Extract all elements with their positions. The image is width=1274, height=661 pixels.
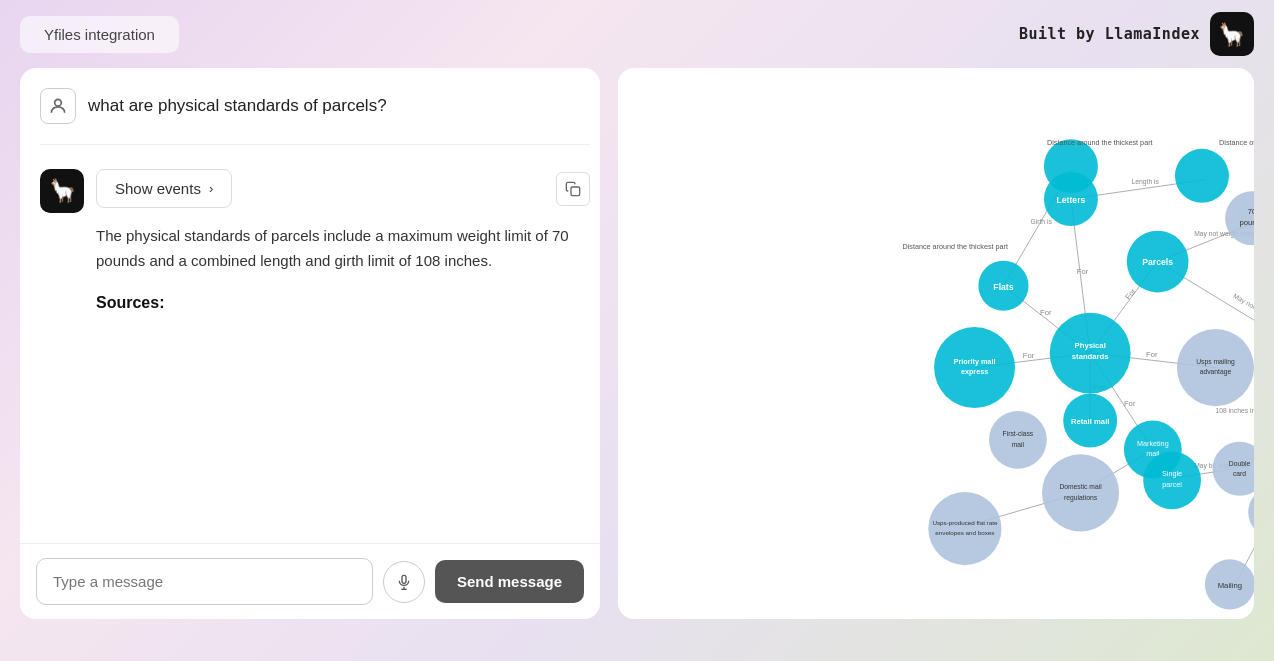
svg-text:May not measure more than: May not measure more than <box>1232 292 1254 341</box>
send-button[interactable]: Send message <box>435 560 584 603</box>
svg-text:Distance around the thickest p: Distance around the thickest part <box>1047 138 1153 147</box>
show-events-row: Show events › <box>96 169 590 208</box>
svg-rect-1 <box>571 187 580 196</box>
assistant-content: Show events › The physical standards of … <box>96 169 590 312</box>
app-title: Yfiles integration <box>20 16 179 53</box>
copy-button[interactable] <box>556 172 590 206</box>
svg-text:For: For <box>1077 267 1089 276</box>
svg-text:For: For <box>1124 399 1136 408</box>
svg-text:Single: Single <box>1162 469 1182 478</box>
svg-text:For: For <box>1123 286 1138 301</box>
svg-text:mail: mail <box>1012 441 1025 448</box>
message-input[interactable] <box>36 558 373 605</box>
svg-text:Priority mail: Priority mail <box>954 357 996 366</box>
llama-icon: 🦙 <box>1210 12 1254 56</box>
svg-text:70: 70 <box>1248 207 1254 216</box>
graph-visualization: For For For For For For For May not weig… <box>618 68 1254 619</box>
svg-text:Physical: Physical <box>1075 341 1106 350</box>
chat-input-area: Send message <box>20 543 600 619</box>
svg-text:For: For <box>1040 308 1052 317</box>
microphone-button[interactable] <box>383 561 425 603</box>
svg-text:Usps mailing: Usps mailing <box>1196 358 1235 366</box>
svg-point-0 <box>55 99 62 106</box>
svg-rect-2 <box>402 575 406 583</box>
svg-text:Distance of the longest dimens: Distance of the longest dimension <box>1219 138 1254 147</box>
svg-text:Girth is: Girth is <box>1030 218 1052 225</box>
user-query-text: what are physical standards of parcels? <box>88 88 387 118</box>
header: Yfiles integration Built by LlamaIndex 🦙 <box>0 0 1274 68</box>
sources-label: Sources: <box>96 294 590 312</box>
assistant-avatar: 🦙 <box>40 169 84 213</box>
svg-text:Double: Double <box>1229 460 1251 467</box>
main-content: what are physical standards of parcels? … <box>0 68 1274 639</box>
assistant-message: 🦙 Show events › <box>40 169 590 312</box>
svg-text:Usps-produced flat rate: Usps-produced flat rate <box>932 519 997 526</box>
svg-text:standards: standards <box>1072 352 1109 361</box>
svg-text:envelopes and boxes: envelopes and boxes <box>935 529 994 536</box>
svg-text:advantage: advantage <box>1200 368 1232 376</box>
svg-text:card: card <box>1233 470 1246 477</box>
svg-text:pounds: pounds <box>1239 218 1254 227</box>
user-avatar <box>40 88 76 124</box>
svg-text:regulations: regulations <box>1064 494 1098 502</box>
svg-text:express: express <box>961 367 988 376</box>
svg-text:Retail mail: Retail mail <box>1071 417 1109 426</box>
assistant-response-text: The physical standards of parcels includ… <box>96 224 590 274</box>
svg-text:For: For <box>1023 351 1035 360</box>
chat-messages[interactable]: what are physical standards of parcels? … <box>20 68 600 619</box>
chat-panel: what are physical standards of parcels? … <box>20 68 600 619</box>
svg-text:For: For <box>1146 350 1158 359</box>
svg-text:Flats: Flats <box>993 282 1013 292</box>
svg-text:Domestic mail: Domestic mail <box>1059 483 1102 490</box>
svg-text:Distance around the thickest p: Distance around the thickest part <box>902 242 1008 251</box>
built-by-label: Built by LlamaIndex 🦙 <box>1019 12 1254 56</box>
svg-text:Letters: Letters <box>1056 195 1085 205</box>
svg-point-75 <box>1044 139 1098 193</box>
svg-text:Length is: Length is <box>1132 179 1160 187</box>
svg-text:Parcels: Parcels <box>1142 257 1173 267</box>
graph-panel: For For For For For For For May not weig… <box>618 68 1254 619</box>
user-message: what are physical standards of parcels? <box>40 88 590 145</box>
svg-text:Mailing: Mailing <box>1218 581 1242 590</box>
show-events-button[interactable]: Show events › <box>96 169 232 208</box>
svg-point-73 <box>1175 149 1229 203</box>
svg-text:108 inches in length and girth: 108 inches in length and girth combined <box>1215 407 1254 415</box>
svg-text:parcel: parcel <box>1162 480 1182 489</box>
svg-text:First-class: First-class <box>1003 430 1034 437</box>
svg-text:Marketing: Marketing <box>1137 439 1169 448</box>
svg-point-66 <box>1248 487 1254 537</box>
